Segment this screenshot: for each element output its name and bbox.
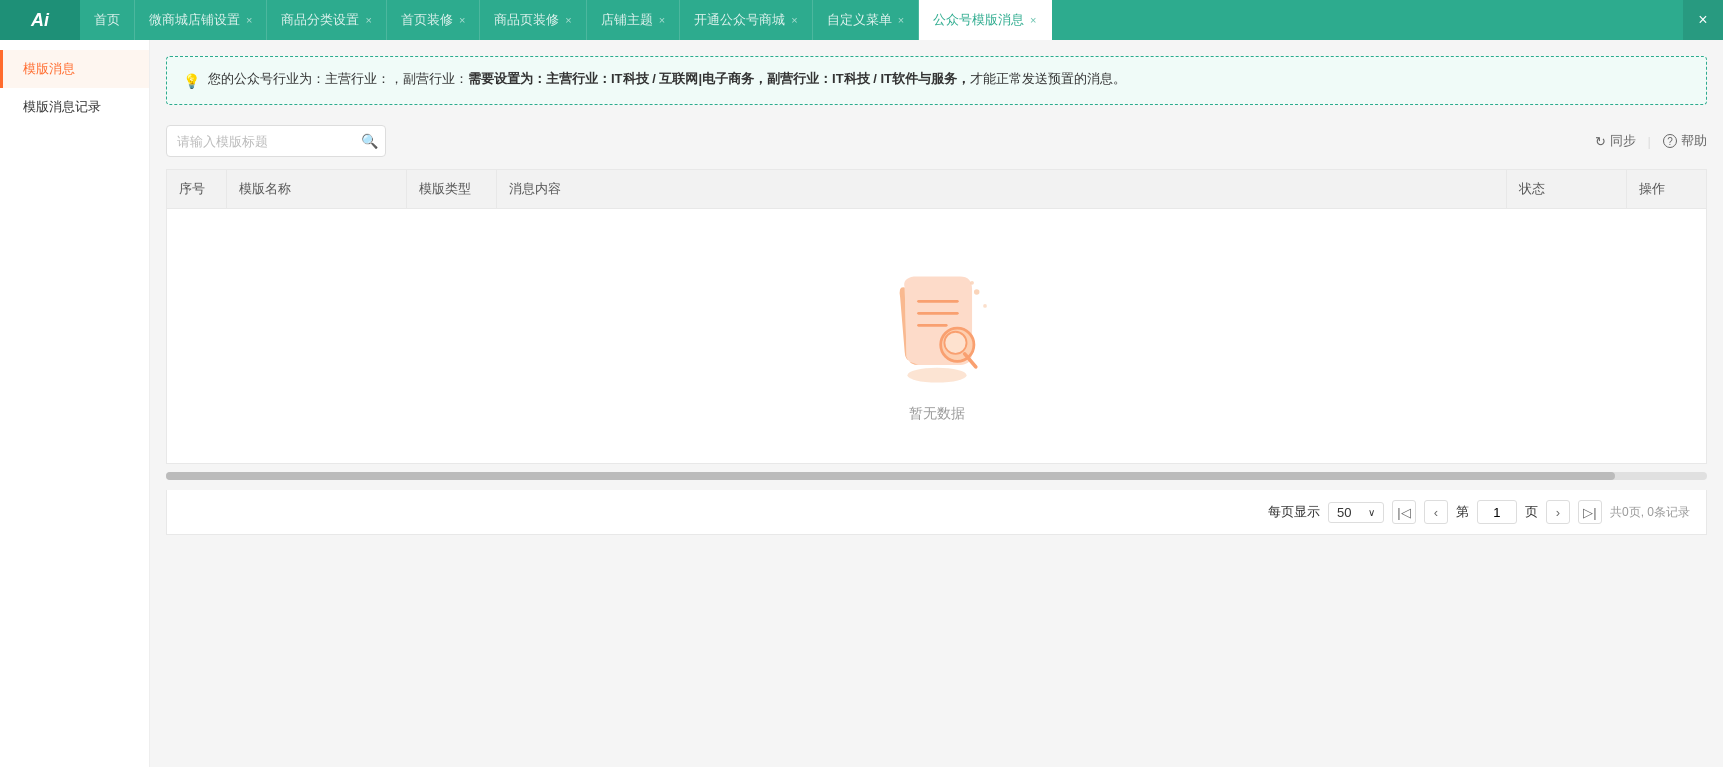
svg-point-8 xyxy=(983,304,987,308)
nav-tab-close-shop-settings[interactable]: × xyxy=(246,14,252,26)
empty-state: 暂无数据 xyxy=(166,209,1707,464)
current-page-input[interactable] xyxy=(1477,500,1517,524)
help-label: 帮助 xyxy=(1681,132,1707,150)
notice-text: 您的公众号行业为：主营行业：，副营行业：需要设置为：主营行业：IT科技 / 互联… xyxy=(208,69,1126,90)
notice-banner: 💡 您的公众号行业为：主营行业：，副营行业：需要设置为：主营行业：IT科技 / … xyxy=(166,56,1707,105)
pagination: 每页显示 50 ∨ |◁ ‹ 第 页 › ▷| 共0页, 0条记录 xyxy=(166,490,1707,535)
nav-tab-close-category-settings[interactable]: × xyxy=(365,14,371,26)
nav-tab-custom-menu[interactable]: 自定义菜单× xyxy=(813,0,919,40)
main-layout: 模版消息模版消息记录 💡 您的公众号行业为：主营行业：，副营行业：需要设置为：主… xyxy=(0,40,1723,767)
help-circle-icon: ? xyxy=(1663,134,1677,148)
nav-tab-store-theme[interactable]: 店铺主题× xyxy=(587,0,680,40)
toolbar-divider: | xyxy=(1648,134,1651,149)
global-close-button[interactable]: × xyxy=(1683,0,1723,40)
next-page-button[interactable]: › xyxy=(1546,500,1570,524)
sync-button[interactable]: ↻ 同步 xyxy=(1595,132,1636,150)
page-prefix: 第 xyxy=(1456,503,1469,521)
nav-tab-close-home-decoration[interactable]: × xyxy=(459,14,465,26)
data-table: 序号模版名称模版类型消息内容状态操作 xyxy=(166,169,1707,209)
toolbar-right: ↻ 同步 | ? 帮助 xyxy=(1595,132,1707,150)
search-input-wrap: 🔍 xyxy=(166,125,386,157)
nav-tab-close-product-decoration[interactable]: × xyxy=(565,14,571,26)
table-header-content: 消息内容 xyxy=(497,170,1507,209)
empty-text: 暂无数据 xyxy=(909,405,965,423)
last-page-button[interactable]: ▷| xyxy=(1578,500,1602,524)
page-unit: 页 xyxy=(1525,503,1538,521)
nav-tab-open-mall[interactable]: 开通公众号商城× xyxy=(680,0,812,40)
search-input[interactable] xyxy=(166,125,386,157)
empty-icon xyxy=(877,269,997,389)
svg-point-9 xyxy=(970,281,974,285)
page-size-value: 50 xyxy=(1337,505,1351,520)
app-logo: Ai xyxy=(0,0,80,40)
table-header-action: 操作 xyxy=(1627,170,1707,209)
page-size-label: 每页显示 xyxy=(1268,503,1320,521)
prev-page-button[interactable]: ‹ xyxy=(1424,500,1448,524)
search-bar: 🔍 ↻ 同步 | ? 帮助 xyxy=(166,125,1707,157)
sync-label: 同步 xyxy=(1610,132,1636,150)
sidebar-item-template-message[interactable]: 模版消息 xyxy=(0,50,149,88)
table-header-seq: 序号 xyxy=(167,170,227,209)
page-summary: 共0页, 0条记录 xyxy=(1610,504,1690,521)
top-nav: Ai 首页微商城店铺设置×商品分类设置×首页装修×商品页装修×店铺主题×开通公众… xyxy=(0,0,1723,40)
svg-point-7 xyxy=(973,290,979,296)
nav-tab-home[interactable]: 首页 xyxy=(80,0,135,40)
search-icon-button[interactable]: 🔍 xyxy=(361,133,378,149)
nav-tab-product-decoration[interactable]: 商品页装修× xyxy=(480,0,586,40)
notice-icon: 💡 xyxy=(183,70,200,92)
table-header-type: 模版类型 xyxy=(407,170,497,209)
nav-tab-close-template-msg[interactable]: × xyxy=(1030,14,1036,26)
page-size-select[interactable]: 50 ∨ xyxy=(1328,502,1384,523)
notice-suffix: 才能正常发送预置的消息。 xyxy=(970,71,1126,86)
help-button[interactable]: ? 帮助 xyxy=(1663,132,1707,150)
notice-prefix: 您的公众号行业为：主营行业：，副营行业： xyxy=(208,71,468,86)
horizontal-scrollbar[interactable] xyxy=(166,472,1707,480)
table-header-name: 模版名称 xyxy=(227,170,407,209)
svg-point-5 xyxy=(944,332,966,354)
content-area: 💡 您的公众号行业为：主营行业：，副营行业：需要设置为：主营行业：IT科技 / … xyxy=(150,40,1723,767)
nav-tab-close-store-theme[interactable]: × xyxy=(659,14,665,26)
nav-tab-template-msg[interactable]: 公众号模版消息× xyxy=(919,0,1051,40)
nav-tab-close-open-mall[interactable]: × xyxy=(791,14,797,26)
nav-tab-shop-settings[interactable]: 微商城店铺设置× xyxy=(135,0,267,40)
notice-highlight: 需要设置为：主营行业：IT科技 / 互联网|电子商务，副营行业：IT科技 / I… xyxy=(468,71,970,86)
first-page-button[interactable]: |◁ xyxy=(1392,500,1416,524)
table-header-status: 状态 xyxy=(1507,170,1627,209)
page-size-chevron-icon: ∨ xyxy=(1368,507,1375,518)
nav-tab-close-custom-menu[interactable]: × xyxy=(898,14,904,26)
sidebar: 模版消息模版消息记录 xyxy=(0,40,150,767)
sidebar-item-template-message-record[interactable]: 模版消息记录 xyxy=(0,88,149,126)
nav-tab-home-decoration[interactable]: 首页装修× xyxy=(387,0,480,40)
nav-tabs: 首页微商城店铺设置×商品分类设置×首页装修×商品页装修×店铺主题×开通公众号商城… xyxy=(80,0,1683,40)
svg-point-0 xyxy=(907,368,966,383)
nav-tab-category-settings[interactable]: 商品分类设置× xyxy=(267,0,386,40)
scrollbar-thumb[interactable] xyxy=(166,472,1615,480)
sync-icon: ↻ xyxy=(1595,134,1606,149)
